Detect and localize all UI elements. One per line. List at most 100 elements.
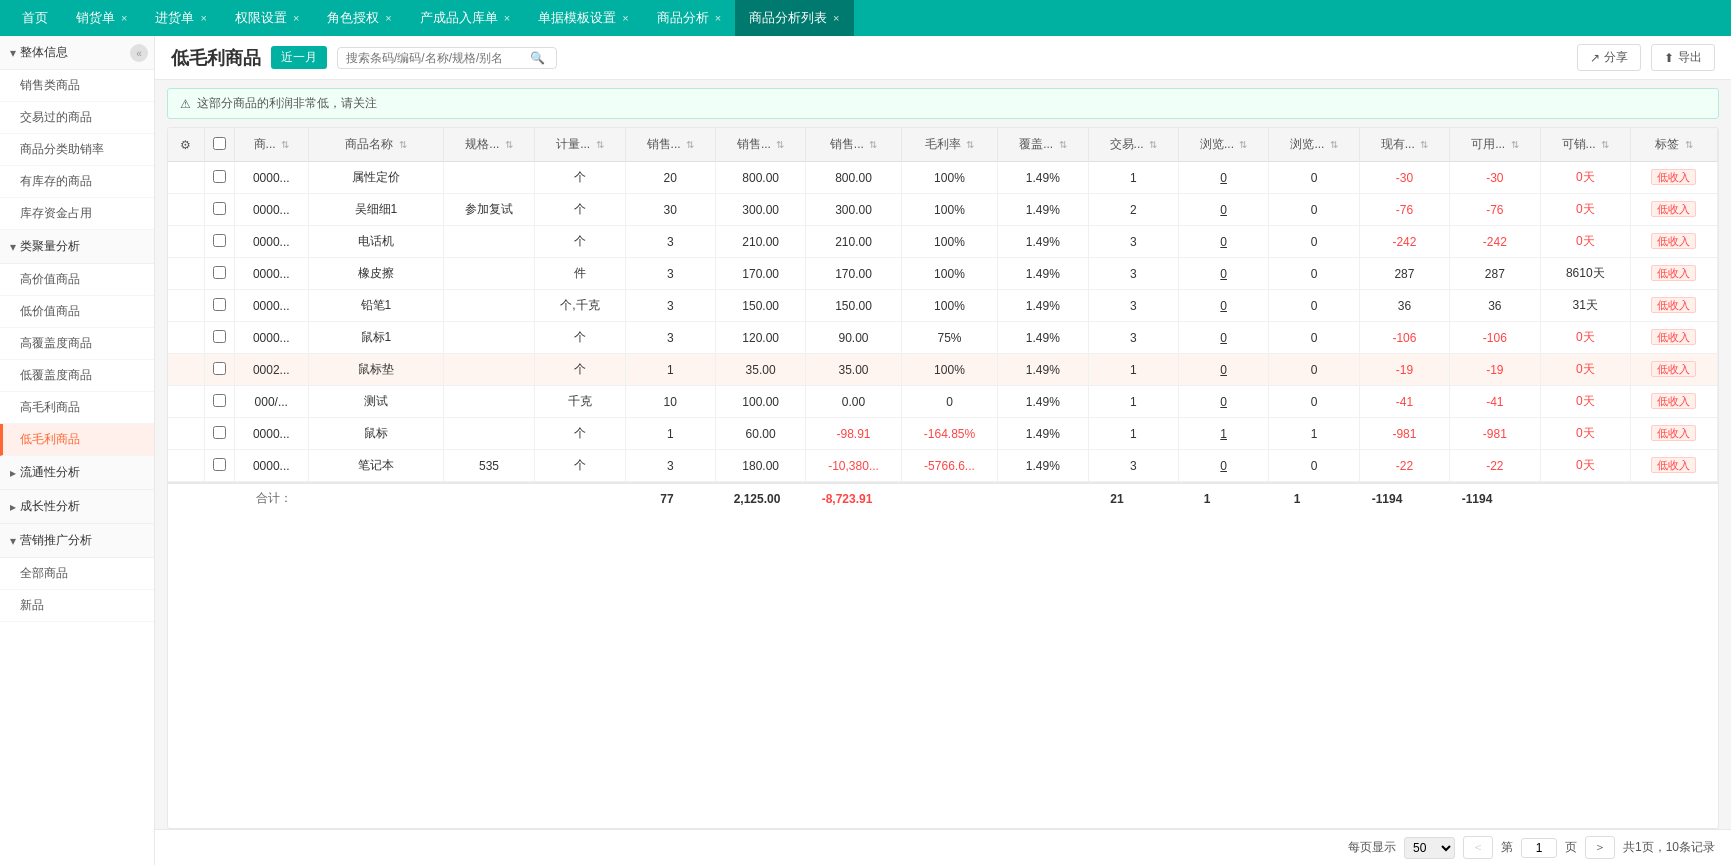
sidebar-item-traded-products[interactable]: 交易过的商品 xyxy=(0,102,154,134)
close-icon[interactable]: × xyxy=(200,12,206,24)
row-select-checkbox[interactable] xyxy=(213,394,226,407)
nav-permissions[interactable]: 权限设置 × xyxy=(221,0,313,36)
sidebar-item-new-products[interactable]: 新品 xyxy=(0,590,154,622)
sidebar-item-low-coverage[interactable]: 低覆盖度商品 xyxy=(0,360,154,392)
close-icon[interactable]: × xyxy=(293,12,299,24)
nav-product-warehouse[interactable]: 产成品入库单 × xyxy=(406,0,524,36)
col-code[interactable]: 商... ⇅ xyxy=(234,128,308,162)
col-tag[interactable]: 标签 ⇅ xyxy=(1630,128,1717,162)
row-checkbox[interactable] xyxy=(204,354,234,386)
sidebar-item-low-profit[interactable]: 低毛利商品 xyxy=(0,424,154,456)
sidebar-collapse-btn[interactable]: « xyxy=(130,44,148,62)
row-checkbox[interactable] xyxy=(204,194,234,226)
col-transaction[interactable]: 交易... ⇅ xyxy=(1088,128,1178,162)
row-browse1[interactable]: 0 xyxy=(1178,354,1268,386)
row-checkbox[interactable] xyxy=(204,258,234,290)
close-icon[interactable]: × xyxy=(121,12,127,24)
date-filter-button[interactable]: 近一月 xyxy=(271,46,327,69)
nav-sales[interactable]: 销货单 × xyxy=(62,0,141,36)
row-browse1[interactable]: 1 xyxy=(1178,418,1268,450)
sidebar-item-high-coverage[interactable]: 高覆盖度商品 xyxy=(0,328,154,360)
share-button[interactable]: ↗ 分享 xyxy=(1577,44,1641,71)
col-saleable[interactable]: 可销... ⇅ xyxy=(1540,128,1630,162)
col-current[interactable]: 现有... ⇅ xyxy=(1359,128,1449,162)
row-checkbox[interactable] xyxy=(204,450,234,482)
row-browse1[interactable]: 0 xyxy=(1178,290,1268,322)
row-select-checkbox[interactable] xyxy=(213,458,226,471)
row-select-checkbox[interactable] xyxy=(213,298,226,311)
sidebar-group-marketing[interactable]: ▾ 营销推广分析 xyxy=(0,524,154,558)
row-browse1[interactable]: 0 xyxy=(1178,450,1268,482)
prev-page-button[interactable]: ＜ xyxy=(1463,836,1493,859)
sidebar-group-cluster[interactable]: ▾ 类聚量分析 xyxy=(0,230,154,264)
row-select-checkbox[interactable] xyxy=(213,202,226,215)
row-coverage: 1.49% xyxy=(998,258,1088,290)
col-spec[interactable]: 规格... ⇅ xyxy=(443,128,534,162)
sidebar-item-inventory[interactable]: 有库存的商品 xyxy=(0,166,154,198)
row-browse1[interactable]: 0 xyxy=(1178,194,1268,226)
col-unit[interactable]: 计量... ⇅ xyxy=(535,128,625,162)
col-available[interactable]: 可用... ⇅ xyxy=(1450,128,1540,162)
sidebar-item-high-profit[interactable]: 高毛利商品 xyxy=(0,392,154,424)
sidebar-item-all-products[interactable]: 全部商品 xyxy=(0,558,154,590)
nav-home[interactable]: 首页 xyxy=(8,0,62,36)
footer-transaction: 21 xyxy=(1072,492,1162,506)
search-input[interactable] xyxy=(346,51,526,65)
col-settings[interactable]: ⚙ xyxy=(168,128,204,162)
col-browse1[interactable]: 浏览... ⇅ xyxy=(1178,128,1268,162)
close-icon[interactable]: × xyxy=(833,12,839,24)
row-code: 0002... xyxy=(234,354,308,386)
col-gross-margin[interactable]: 毛利率 ⇅ xyxy=(901,128,997,162)
sidebar-item-high-value[interactable]: 高价值商品 xyxy=(0,264,154,296)
nav-purchase[interactable]: 进货单 × xyxy=(141,0,220,36)
nav-template-settings[interactable]: 单据模板设置 × xyxy=(524,0,642,36)
sidebar-item-category-rate[interactable]: 商品分类助销率 xyxy=(0,134,154,166)
export-button[interactable]: ⬆ 导出 xyxy=(1651,44,1715,71)
nav-roles[interactable]: 角色授权 × xyxy=(313,0,405,36)
sidebar-item-sales-products[interactable]: 销售类商品 xyxy=(0,70,154,102)
close-icon[interactable]: × xyxy=(504,12,510,24)
row-settings xyxy=(168,226,204,258)
row-checkbox[interactable] xyxy=(204,290,234,322)
nav-product-analysis-list[interactable]: 商品分析列表 × xyxy=(735,0,853,36)
row-checkbox[interactable] xyxy=(204,418,234,450)
row-checkbox[interactable] xyxy=(204,322,234,354)
row-spec xyxy=(443,258,534,290)
page-number-input[interactable] xyxy=(1521,838,1557,858)
row-select-checkbox[interactable] xyxy=(213,170,226,183)
row-browse1[interactable]: 0 xyxy=(1178,258,1268,290)
col-sales-count[interactable]: 销售... ⇅ xyxy=(625,128,715,162)
col-name[interactable]: 商品名称 ⇅ xyxy=(308,128,443,162)
search-icon[interactable]: 🔍 xyxy=(530,51,545,65)
row-checkbox[interactable] xyxy=(204,226,234,258)
row-gross-margin: -164.85% xyxy=(901,418,997,450)
select-all-checkbox[interactable] xyxy=(213,137,226,150)
row-select-checkbox[interactable] xyxy=(213,330,226,343)
per-page-select[interactable]: 50 100 xyxy=(1404,837,1455,859)
row-browse1[interactable]: 0 xyxy=(1178,386,1268,418)
close-icon[interactable]: × xyxy=(715,12,721,24)
row-tag: 低收入 xyxy=(1630,322,1717,354)
row-select-checkbox[interactable] xyxy=(213,234,226,247)
row-unit: 个 xyxy=(535,194,625,226)
sidebar-group-growth[interactable]: ▸ 成长性分析 xyxy=(0,490,154,524)
close-icon[interactable]: × xyxy=(622,12,628,24)
row-select-checkbox[interactable] xyxy=(213,266,226,279)
row-checkbox[interactable] xyxy=(204,162,234,194)
row-browse1[interactable]: 0 xyxy=(1178,226,1268,258)
nav-product-analysis[interactable]: 商品分析 × xyxy=(643,0,735,36)
row-checkbox[interactable] xyxy=(204,386,234,418)
col-coverage[interactable]: 覆盖... ⇅ xyxy=(998,128,1088,162)
row-browse1[interactable]: 0 xyxy=(1178,162,1268,194)
col-sales-profit[interactable]: 销售... ⇅ xyxy=(806,128,901,162)
row-select-checkbox[interactable] xyxy=(213,426,226,439)
next-page-button[interactable]: ＞ xyxy=(1585,836,1615,859)
row-select-checkbox[interactable] xyxy=(213,362,226,375)
col-sales-price[interactable]: 销售... ⇅ xyxy=(715,128,805,162)
col-browse2[interactable]: 浏览... ⇅ xyxy=(1269,128,1359,162)
sidebar-item-capital[interactable]: 库存资金占用 xyxy=(0,198,154,230)
row-browse1[interactable]: 0 xyxy=(1178,322,1268,354)
close-icon[interactable]: × xyxy=(385,12,391,24)
sidebar-item-low-value[interactable]: 低价值商品 xyxy=(0,296,154,328)
sidebar-group-circulation[interactable]: ▸ 流通性分析 xyxy=(0,456,154,490)
